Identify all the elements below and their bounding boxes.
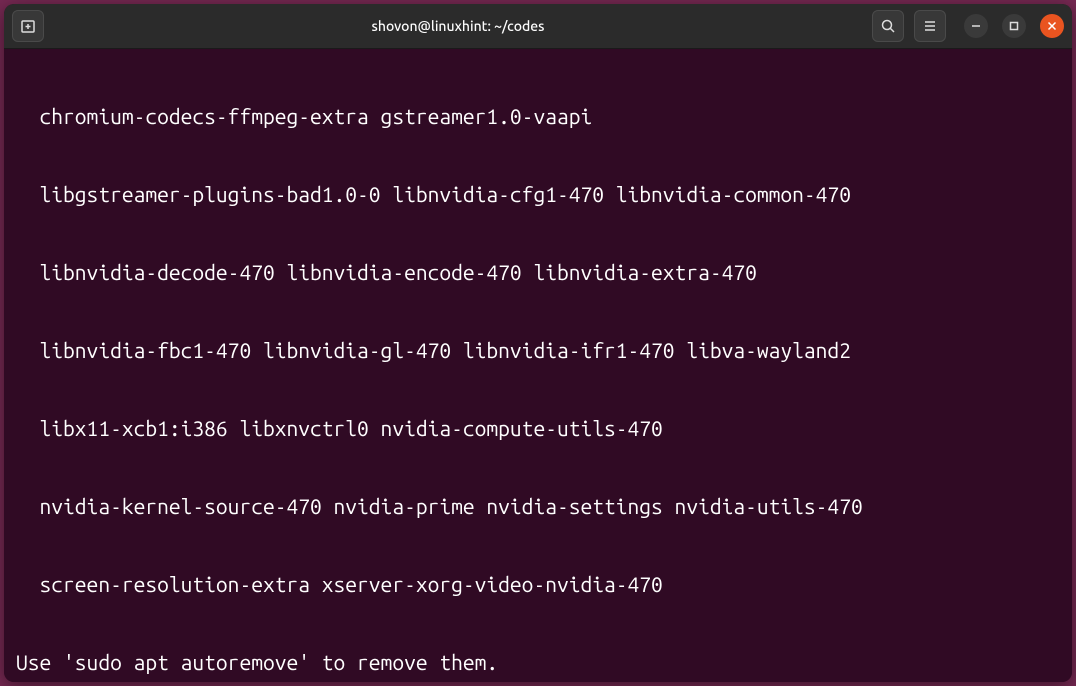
menu-button[interactable] bbox=[914, 10, 946, 42]
terminal-line: libnvidia-decode-470 libnvidia-encode-47… bbox=[16, 259, 1060, 285]
minimize-button[interactable] bbox=[964, 14, 988, 38]
terminal-line: chromium-codecs-ffmpeg-extra gstreamer1.… bbox=[16, 103, 1060, 129]
titlebar: shovon@linuxhint: ~/codes bbox=[4, 4, 1072, 49]
maximize-icon bbox=[1009, 21, 1019, 31]
terminal-window: shovon@linuxhint: ~/codes bbox=[4, 4, 1072, 682]
terminal-line: libnvidia-fbc1-470 libnvidia-gl-470 libn… bbox=[16, 337, 1060, 363]
close-button[interactable] bbox=[1040, 14, 1064, 38]
hamburger-icon bbox=[922, 18, 938, 34]
search-button[interactable] bbox=[872, 10, 904, 42]
terminal-line: libgstreamer-plugins-bad1.0-0 libnvidia-… bbox=[16, 181, 1060, 207]
new-tab-button[interactable] bbox=[12, 10, 44, 42]
close-icon bbox=[1047, 21, 1057, 31]
titlebar-left bbox=[12, 10, 44, 42]
terminal-line: screen-resolution-extra xserver-xorg-vid… bbox=[16, 571, 1060, 597]
terminal-line: Use 'sudo apt autoremove' to remove them… bbox=[16, 649, 1060, 675]
window-controls bbox=[956, 14, 1064, 38]
new-tab-icon bbox=[20, 18, 36, 34]
maximize-button[interactable] bbox=[1002, 14, 1026, 38]
titlebar-right bbox=[872, 10, 1064, 42]
terminal-body[interactable]: chromium-codecs-ffmpeg-extra gstreamer1.… bbox=[4, 49, 1072, 682]
minimize-icon bbox=[971, 21, 981, 31]
window-title: shovon@linuxhint: ~/codes bbox=[50, 18, 866, 34]
search-icon bbox=[880, 18, 896, 34]
terminal-line: nvidia-kernel-source-470 nvidia-prime nv… bbox=[16, 493, 1060, 519]
terminal-line: libx11-xcb1:i386 libxnvctrl0 nvidia-comp… bbox=[16, 415, 1060, 441]
